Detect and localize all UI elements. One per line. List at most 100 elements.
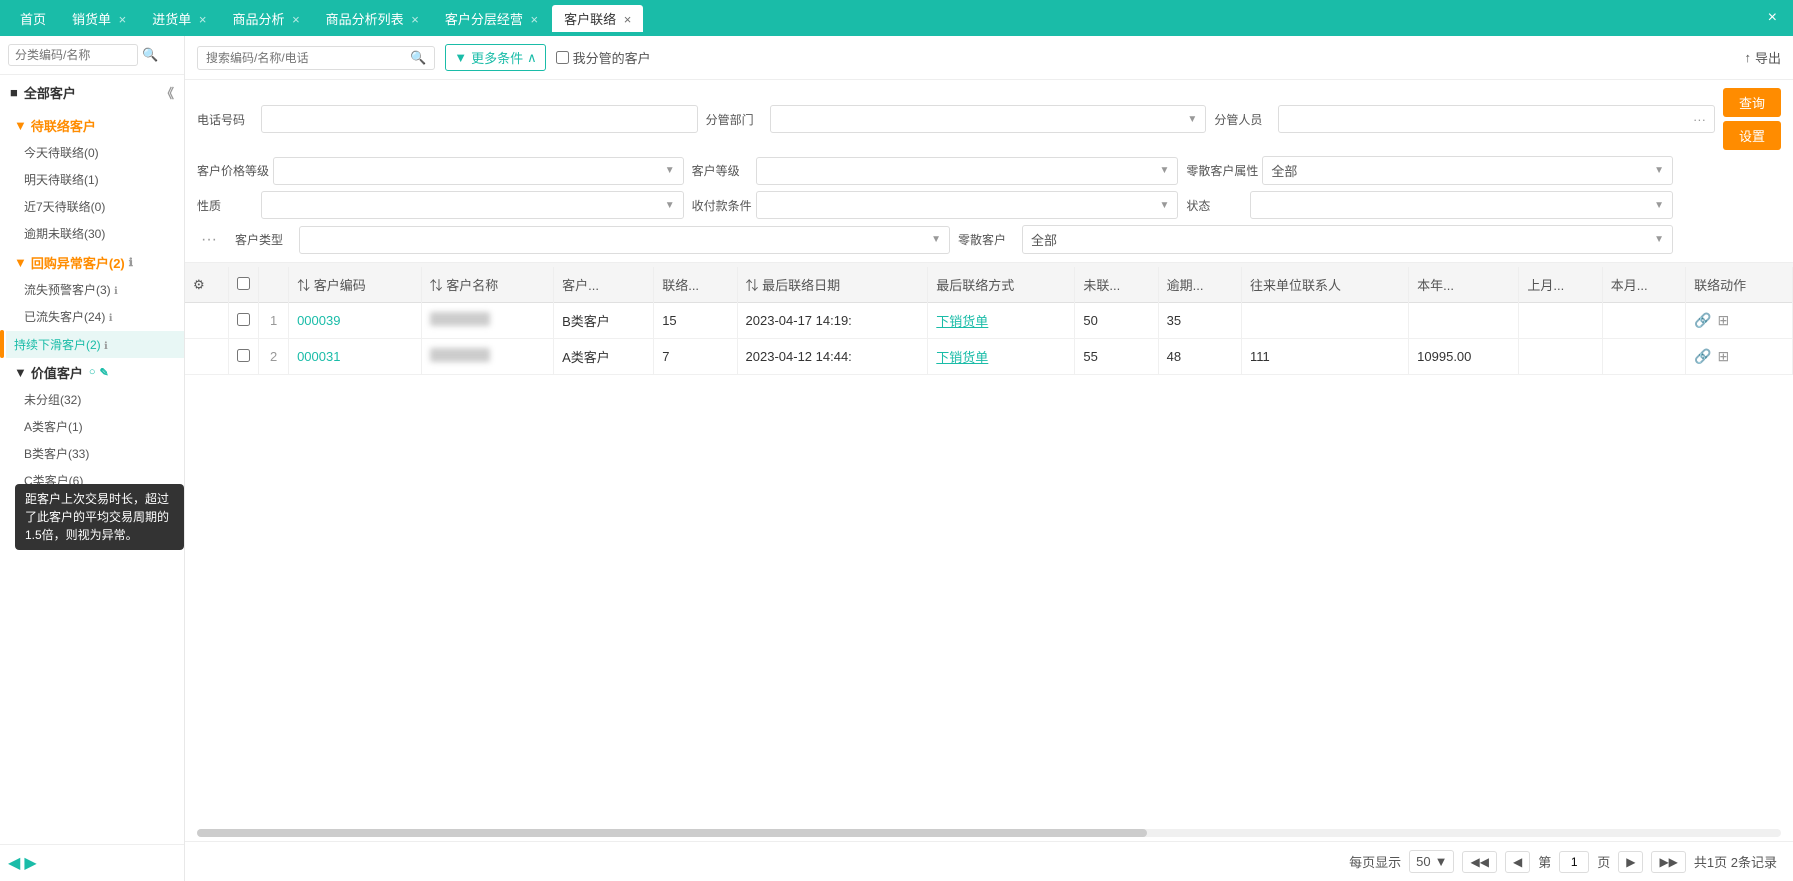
row1-method-link[interactable]: 下销货单: [936, 314, 988, 329]
sidebar-item-today-pending[interactable]: 今天待联络(0): [0, 139, 184, 166]
zero-customer-select[interactable]: 全部 ▼: [1022, 225, 1673, 254]
zero-customer2-caret-icon: ▼: [1654, 234, 1664, 245]
repurchase-info-icon[interactable]: ℹ: [129, 256, 133, 269]
sidebar-item-ungrouped[interactable]: 未分组(32): [0, 386, 184, 413]
row2-uncontacted: 55: [1075, 339, 1158, 375]
tab-purchase-order[interactable]: 进货单 ×: [140, 5, 218, 32]
close-product-analysis-icon[interactable]: ×: [292, 12, 300, 27]
gender-select[interactable]: ▼: [261, 191, 684, 219]
close-customer-contact-icon[interactable]: ×: [624, 12, 632, 27]
page-input[interactable]: [1559, 851, 1589, 873]
scroll-thumb[interactable]: [197, 829, 1147, 837]
sidebar-item-7day-pending[interactable]: 近7天待联络(0): [0, 193, 184, 220]
sidebar-all-customers[interactable]: ■ 全部客户 《: [0, 75, 184, 110]
tab-sales-order[interactable]: 销货单 ×: [60, 5, 138, 32]
row2-grid-icon[interactable]: ⊞: [1718, 348, 1730, 365]
status-select[interactable]: ▼: [1250, 191, 1673, 219]
close-sales-order-icon[interactable]: ×: [119, 12, 127, 27]
query-button[interactable]: 查询: [1723, 88, 1781, 117]
page-size-select[interactable]: 50 ▼: [1409, 850, 1454, 873]
last-page-button[interactable]: ▶▶: [1651, 851, 1685, 873]
sidebar-section-repurchase[interactable]: ▼ 回购异常客户(2) ℹ: [0, 247, 184, 276]
row2-code[interactable]: 000031: [289, 339, 422, 375]
window-close-button[interactable]: ×: [1760, 9, 1785, 27]
gender-caret-icon: ▼: [665, 200, 675, 211]
search-icon[interactable]: 🔍: [410, 50, 426, 66]
customer-type-select[interactable]: ▼: [299, 226, 950, 254]
repurchase-section-label: 回购异常客户(2): [31, 253, 125, 272]
sidebar-item-overdue-pending[interactable]: 逾期未联络(30): [0, 220, 184, 247]
close-customer-tier-icon[interactable]: ×: [531, 12, 539, 27]
prev-page-button[interactable]: ◀: [1505, 851, 1530, 873]
sidebar-search-icon[interactable]: 🔍: [142, 47, 158, 63]
settings-button[interactable]: 设置: [1723, 121, 1781, 150]
this-month-col-header: 本月...: [1602, 267, 1685, 303]
churned-info-icon[interactable]: ℹ: [109, 313, 113, 324]
my-customers-label: 我分管的客户: [573, 48, 651, 67]
my-customers-checkbox-area[interactable]: 我分管的客户: [556, 48, 651, 67]
name-col-header[interactable]: ⇅ 客户名称: [421, 267, 554, 303]
zero-attr-select[interactable]: 全部 ▼: [1262, 156, 1673, 185]
code-col-header[interactable]: ⇅ 客户编码: [289, 267, 422, 303]
table-settings-icon[interactable]: ⚙: [193, 277, 205, 292]
export-button[interactable]: ↑ 导出: [1744, 48, 1781, 67]
sidebar-section-value-customers[interactable]: ▼ 价值客户 ○ ✎: [0, 358, 184, 386]
declining-info-icon[interactable]: ℹ: [104, 341, 108, 352]
next-page-button[interactable]: ▶: [1618, 851, 1643, 873]
tab-customer-tier[interactable]: 客户分层经营 ×: [433, 5, 550, 32]
per-page-label: 每页显示: [1349, 852, 1401, 871]
customer-grade-select[interactable]: ▼: [756, 157, 1179, 185]
row2-link-icon[interactable]: 🔗: [1694, 348, 1711, 365]
dept-select[interactable]: ▼: [770, 105, 1207, 133]
row2-select-checkbox[interactable]: [237, 349, 250, 362]
select-all-checkbox[interactable]: [237, 277, 250, 290]
sidebar-item-declining[interactable]: 持续下滑客户(2) ℹ: [6, 331, 184, 358]
value-customers-circle-icon[interactable]: ○: [89, 366, 96, 379]
first-page-button[interactable]: ◀◀: [1462, 851, 1496, 873]
last-contact-date-col-header[interactable]: ⇅ 最后联络日期: [737, 267, 928, 303]
tab-customer-contact[interactable]: 客户联络 ×: [552, 5, 643, 32]
row1-overdue: 35: [1158, 303, 1241, 339]
sidebar-item-class-a[interactable]: A类客户(1): [0, 413, 184, 440]
tab-home[interactable]: 首页: [8, 5, 58, 32]
sidebar-bottom-right-icon[interactable]: ▶: [24, 853, 36, 873]
row1-grid-icon[interactable]: ⊞: [1718, 312, 1730, 329]
sidebar-collapse-icon[interactable]: 《: [161, 83, 174, 102]
sidebar-item-churn-warning[interactable]: 流失预警客户(3) ℹ: [0, 276, 184, 303]
scroll-track[interactable]: [197, 829, 1781, 837]
more-conditions-button[interactable]: ▼ 更多条件 ∧: [445, 44, 545, 71]
price-grade-select[interactable]: ▼: [273, 157, 684, 185]
filter-more-dots[interactable]: ···: [197, 231, 221, 248]
close-product-analysis-list-icon[interactable]: ×: [411, 12, 419, 27]
sidebar-search-input[interactable]: [8, 44, 138, 66]
row1-code[interactable]: 000039: [289, 303, 422, 339]
tooltip-repurchase: 距客户上次交易时长，超过了此客户的平均交易周期的1.5倍，则视为异常。: [15, 484, 184, 550]
payment-select[interactable]: ▼: [756, 191, 1179, 219]
settings-col-header[interactable]: ⚙: [185, 267, 229, 303]
sidebar-item-class-b[interactable]: B类客户(33): [0, 440, 184, 467]
search-wrap: 🔍: [197, 46, 435, 70]
sidebar-all-customers-label: 全部客户: [24, 83, 76, 102]
last-month-col-header: 上月...: [1519, 267, 1602, 303]
sidebar-bottom-left-icon[interactable]: ◀: [8, 853, 20, 873]
customer-type-caret-icon: ▼: [931, 234, 941, 245]
value-customers-edit-icon[interactable]: ✎: [100, 366, 109, 379]
row1-select-checkbox[interactable]: [237, 313, 250, 326]
row1-link-icon[interactable]: 🔗: [1694, 312, 1711, 329]
sidebar-section-pending[interactable]: ▼ 待联络客户: [0, 110, 184, 139]
person-dots[interactable]: ···: [1693, 112, 1706, 127]
horizontal-scrollbar[interactable]: [185, 825, 1793, 841]
price-grade-label: 客户价格等级: [197, 162, 269, 179]
tab-product-analysis-list[interactable]: 商品分析列表 ×: [314, 5, 431, 32]
churn-warning-info-icon[interactable]: ℹ: [114, 286, 118, 297]
person-select[interactable]: ···: [1278, 105, 1715, 133]
close-purchase-order-icon[interactable]: ×: [199, 12, 207, 27]
row2-method-link[interactable]: 下销货单: [936, 350, 988, 365]
table-row: 1 000039 B类客户 15 2023-04-17 14:19: 下销货单 …: [185, 303, 1793, 339]
sidebar-item-churned[interactable]: 已流失客户(24) ℹ: [0, 303, 184, 330]
search-input[interactable]: [206, 51, 406, 65]
sidebar-item-tomorrow-pending[interactable]: 明天待联络(1): [0, 166, 184, 193]
my-customers-checkbox[interactable]: [556, 51, 569, 64]
tab-product-analysis[interactable]: 商品分析 ×: [220, 5, 311, 32]
phone-input[interactable]: [261, 105, 698, 133]
